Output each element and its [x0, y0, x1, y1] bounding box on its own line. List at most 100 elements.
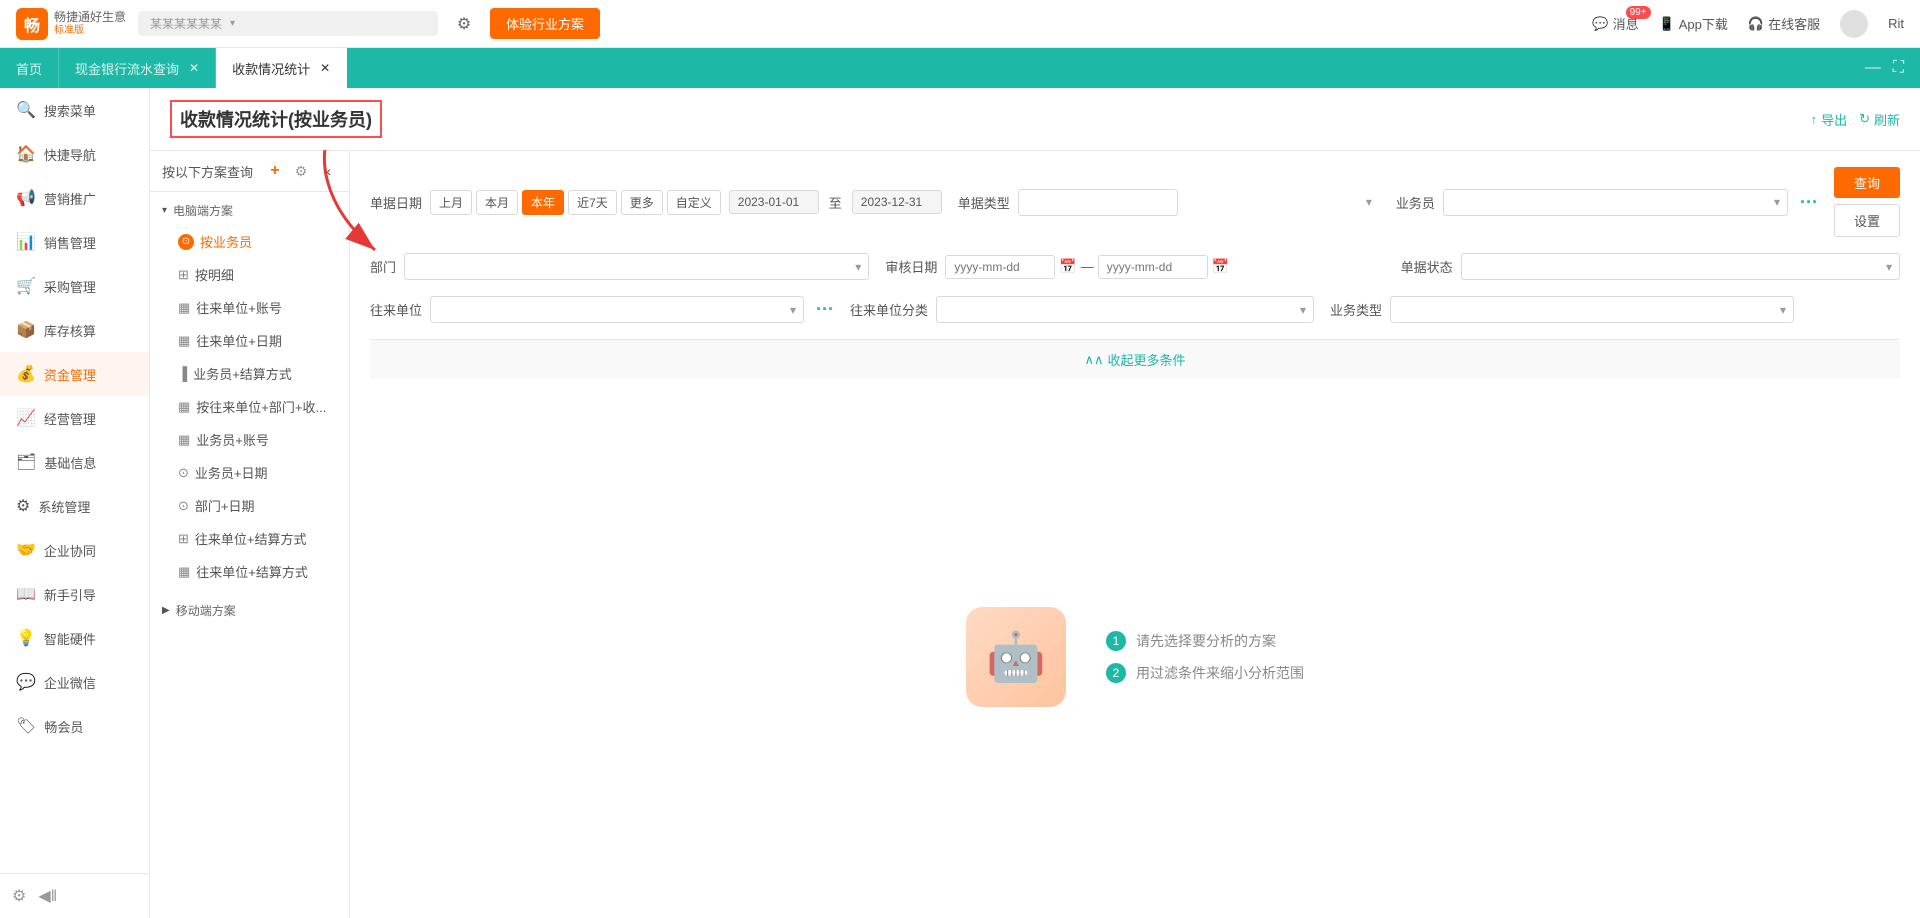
- scheme-item-unit-date[interactable]: ▦ 往来单位+日期: [150, 324, 349, 357]
- sidebar-item-wechat[interactable]: 💬 企业微信: [0, 660, 149, 704]
- date-btn-more[interactable]: 更多: [621, 190, 663, 215]
- review-date-dash: —: [1081, 259, 1094, 274]
- message-action[interactable]: 💬 消息 99+: [1592, 14, 1638, 33]
- user-avatar[interactable]: [1840, 10, 1868, 38]
- date-btn-this-year[interactable]: 本年: [522, 190, 564, 215]
- counterparty-more-icon[interactable]: ···: [816, 299, 834, 320]
- scheme-item-staff-account-label: 业务员+账号: [196, 430, 269, 449]
- sidebar-settings-button[interactable]: ⚙: [8, 882, 30, 910]
- sidebar-item-system[interactable]: ⚙ 系统管理: [0, 484, 149, 528]
- sidebar-item-hardware[interactable]: 💡 智能硬件: [0, 616, 149, 660]
- scheme-group-mobile-label: 移动端方案: [176, 602, 236, 619]
- counterparty-select-wrapper: [430, 296, 804, 323]
- scheme-settings-button[interactable]: ⚙: [291, 161, 311, 181]
- scheme-item-unit-settle1[interactable]: ⊞ 往来单位+结算方式: [150, 522, 349, 555]
- sidebar-bottom: ⚙ ◀‖: [0, 873, 149, 918]
- table-icon-2: ▦: [178, 333, 190, 349]
- counterparty-select[interactable]: [430, 296, 804, 323]
- biztype-select[interactable]: [1390, 296, 1794, 323]
- trial-button[interactable]: 体验行业方案: [490, 8, 600, 39]
- scheme-group-mobile-title[interactable]: ▶ 移动端方案: [150, 596, 349, 625]
- scheme-group-pc-title[interactable]: ▾ 电脑端方案: [150, 196, 349, 225]
- counterparty-cat-label: 往来单位分类: [850, 300, 928, 319]
- scheme-item-staff-settle[interactable]: ▐ 业务员+结算方式: [150, 357, 349, 390]
- sidebar-item-inventory[interactable]: 📦 库存核算: [0, 308, 149, 352]
- settings-gear-button[interactable]: ⚙: [450, 10, 478, 38]
- sidebar-item-finance[interactable]: 💰 资金管理: [0, 352, 149, 396]
- scheme-item-staff-account[interactable]: ▦ 业务员+账号: [150, 423, 349, 456]
- date-to-input[interactable]: [852, 190, 942, 214]
- sidebar-item-quicknav[interactable]: 🏠 快捷导航: [0, 132, 149, 176]
- detail-icon: ⊞: [178, 267, 189, 283]
- sidebar-item-marketing[interactable]: 📢 营销推广: [0, 176, 149, 220]
- refresh-button[interactable]: ↻ 刷新: [1859, 110, 1900, 129]
- settings-button[interactable]: 设置: [1834, 204, 1900, 237]
- scheme-item-by-staff[interactable]: ⊙ 按业务员: [150, 225, 349, 258]
- docstatus-select[interactable]: [1461, 253, 1900, 280]
- review-date-group: 📅 — 📅: [945, 255, 1229, 279]
- counterparty-cat-select[interactable]: [936, 296, 1314, 323]
- staff-select[interactable]: [1443, 189, 1788, 216]
- sidebar-item-label-basic: 基础信息: [44, 453, 96, 472]
- tab-maximize-button[interactable]: ⛶: [1889, 55, 1908, 81]
- date-btn-7days[interactable]: 近7天: [568, 190, 617, 215]
- app-download-action[interactable]: 📱 App下载: [1659, 14, 1728, 33]
- tab-receipt[interactable]: 收款情况统计 ✕: [216, 48, 347, 88]
- review-date-to-input[interactable]: [1098, 255, 1208, 279]
- grid-icon-1: ⊞: [178, 531, 189, 547]
- tab-receipt-close-icon[interactable]: ✕: [320, 61, 330, 75]
- sidebar-item-search[interactable]: 🔍 搜索菜单: [0, 88, 149, 132]
- scheme-item-staff-date[interactable]: ⊙ 业务员+日期: [150, 456, 349, 489]
- sidebar-item-basic[interactable]: 🗂 基础信息: [0, 440, 149, 484]
- sidebar-item-guide[interactable]: 📖 新手引导: [0, 572, 149, 616]
- sidebar-item-operation[interactable]: 📈 经营管理: [0, 396, 149, 440]
- sidebar-item-purchase[interactable]: 🛒 采购管理: [0, 264, 149, 308]
- scheme-item-unit-account[interactable]: ▦ 往来单位+账号: [150, 291, 349, 324]
- online-service-action[interactable]: 🎧 在线客服: [1748, 14, 1820, 33]
- sidebar-collapse-button[interactable]: ◀‖: [34, 882, 61, 910]
- sidebar-item-sales[interactable]: 📊 销售管理: [0, 220, 149, 264]
- logo-area: 畅 畅捷通好生意 标准版: [16, 8, 126, 40]
- scheme-item-unit-settle1-label: 往来单位+结算方式: [195, 529, 307, 548]
- doctype-select[interactable]: [1018, 189, 1178, 216]
- tab-minimize-button[interactable]: —: [1861, 55, 1885, 81]
- date-btn-custom[interactable]: 自定义: [667, 190, 721, 215]
- scheme-group-pc: ▾ 电脑端方案 ⊙ 按业务员 ⊞ 按明细 ▦ 往来单位+账号: [150, 192, 349, 592]
- docstatus-label: 单据状态: [1401, 257, 1453, 276]
- dept-select[interactable]: [404, 253, 869, 280]
- scheme-item-unit-dept[interactable]: ▦ 按往来单位+部门+收...: [150, 390, 349, 423]
- date-range-separator: 至: [829, 193, 842, 212]
- review-date-from-input[interactable]: [945, 255, 1055, 279]
- tab-receipt-label: 收款情况统计: [232, 59, 310, 78]
- header-left: 畅 畅捷通好生意 标准版 某某某某某某 ▾ ⚙ 体验行业方案: [16, 8, 1592, 40]
- sidebar-item-corp[interactable]: 🤝 企业协同: [0, 528, 149, 572]
- refresh-icon: ↻: [1859, 111, 1870, 127]
- empty-state: 🤖 1 请先选择要分析的方案 2 用过滤条件来缩小分析范围: [350, 395, 1920, 918]
- headset-icon: 🎧: [1748, 16, 1764, 32]
- calendar-from-icon[interactable]: 📅: [1059, 258, 1076, 275]
- docstatus-select-wrapper: [1461, 253, 1900, 280]
- scheme-add-button[interactable]: +: [265, 161, 285, 181]
- scheme-item-dept-date[interactable]: ⊙ 部门+日期: [150, 489, 349, 522]
- tab-bank[interactable]: 现金银行流水查询 ✕: [59, 48, 216, 88]
- tab-bank-close-icon[interactable]: ✕: [189, 61, 199, 75]
- query-button[interactable]: 查询: [1834, 167, 1900, 198]
- filter-row-3: 往来单位 ··· 往来单位分类: [370, 296, 1900, 323]
- staff-more-icon[interactable]: ···: [1800, 192, 1818, 213]
- date-btn-this-month[interactable]: 本月: [476, 190, 518, 215]
- scheme-collapse-button[interactable]: «: [317, 161, 337, 181]
- tab-home[interactable]: 首页: [0, 48, 59, 88]
- date-from-input[interactable]: [729, 190, 819, 214]
- calendar-to-icon[interactable]: 📅: [1212, 258, 1229, 275]
- collapse-bar[interactable]: ∧∧ 收起更多条件: [370, 339, 1900, 379]
- date-btn-last-month[interactable]: 上月: [430, 190, 472, 215]
- export-button[interactable]: ↑ 导出: [1811, 110, 1848, 129]
- scheme-item-by-staff-label: 按业务员: [200, 232, 252, 251]
- scheme-item-by-detail[interactable]: ⊞ 按明细: [150, 258, 349, 291]
- scheme-item-unit-settle2[interactable]: ▦ 往来单位+结算方式: [150, 555, 349, 588]
- tab-bar-right: — ⛶: [1849, 48, 1920, 88]
- breadcrumb[interactable]: 某某某某某某 ▾: [138, 11, 438, 36]
- empty-tip-2: 2 用过滤条件来缩小分析范围: [1106, 663, 1304, 683]
- filter-row-1: 单据日期 上月 本月 本年 近7天 更多 自定义 至: [370, 167, 1900, 237]
- sidebar-item-member[interactable]: 🏷 畅会员: [0, 704, 149, 748]
